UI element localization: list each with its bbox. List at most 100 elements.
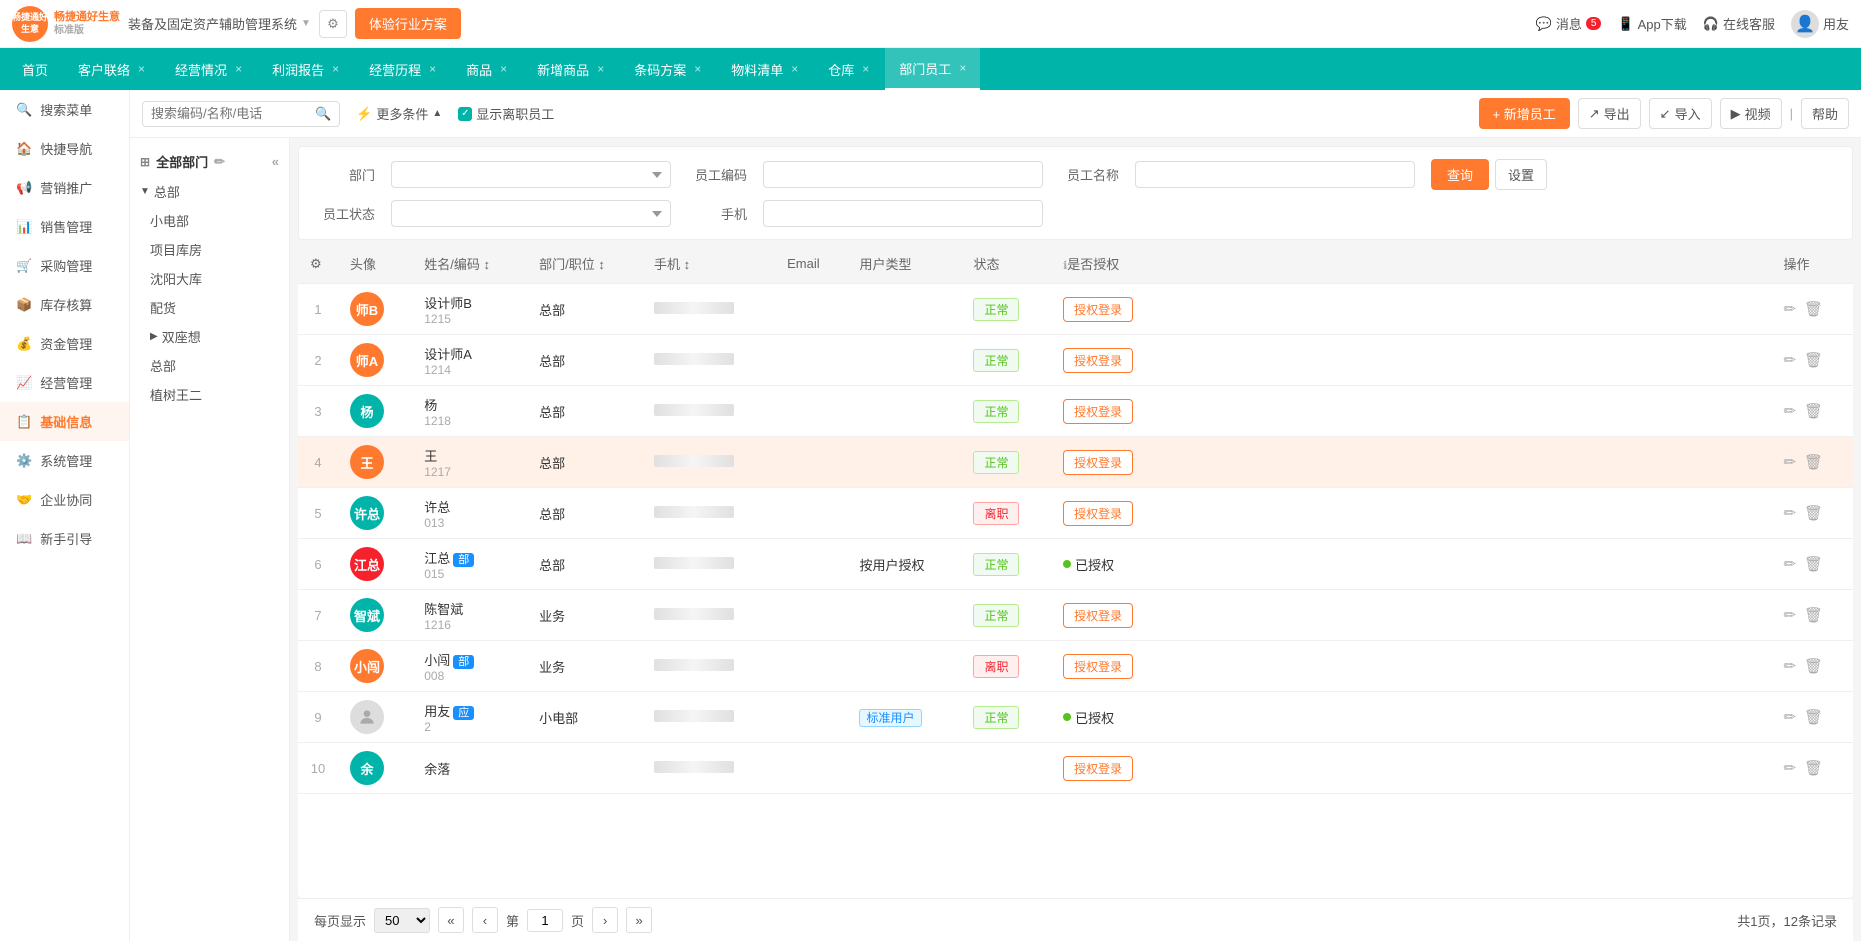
nav-tab-operation[interactable]: 经营情况× bbox=[161, 48, 256, 90]
delete-button[interactable]: 🗑 bbox=[1804, 606, 1823, 624]
close-icon[interactable]: × bbox=[791, 62, 798, 76]
phone-input[interactable] bbox=[763, 200, 1043, 227]
delete-button[interactable]: 🗑 bbox=[1804, 402, 1823, 420]
dept-item-plant-king[interactable]: 植树王二 bbox=[130, 380, 289, 409]
edit-dept-icon[interactable]: ✏ bbox=[214, 154, 225, 170]
col-dept-pos[interactable]: 部门/职位 ↕ bbox=[527, 244, 642, 284]
sidebar-item-business[interactable]: 📈 经营管理 bbox=[0, 363, 129, 402]
nav-tab-goods[interactable]: 商品× bbox=[452, 48, 521, 90]
help-btn[interactable]: 帮助 bbox=[1801, 98, 1849, 129]
sidebar-item-marketing[interactable]: 📢 营销推广 bbox=[0, 168, 129, 207]
auth-login-button[interactable]: 授权登录 bbox=[1063, 603, 1133, 628]
add-employee-button[interactable]: + 新增员工 bbox=[1479, 98, 1570, 129]
close-icon[interactable]: × bbox=[694, 62, 701, 76]
search-input[interactable] bbox=[151, 106, 311, 121]
app-download-item[interactable]: 📱 App下载 bbox=[1617, 14, 1686, 33]
show-resign-checkbox[interactable]: ✓ 显示离职员工 bbox=[458, 104, 554, 123]
close-icon[interactable]: × bbox=[597, 62, 604, 76]
close-icon[interactable]: × bbox=[862, 62, 869, 76]
sidebar-item-guide[interactable]: 📖 新手引导 bbox=[0, 519, 129, 558]
auth-login-button[interactable]: 授权登录 bbox=[1063, 450, 1133, 475]
system-title-area[interactable]: 装备及固定资产辅助管理系统 ▼ bbox=[128, 14, 311, 33]
dept-item-general[interactable]: ▼ 总部 bbox=[130, 177, 289, 206]
dept-item-project[interactable]: 项目库房 bbox=[130, 235, 289, 264]
search-input-wrap[interactable]: 🔍 bbox=[142, 101, 340, 127]
close-icon[interactable]: × bbox=[138, 62, 145, 76]
dept-item-shuangzuo[interactable]: ▶ 双座想 bbox=[130, 322, 289, 351]
nav-tab-barcode[interactable]: 条码方案× bbox=[620, 48, 715, 90]
edit-button[interactable]: ✏ bbox=[1783, 657, 1796, 675]
close-icon[interactable]: × bbox=[500, 62, 507, 76]
delete-button[interactable]: 🗑 bbox=[1804, 657, 1823, 675]
more-filter-button[interactable]: ⚡ 更多条件 ▲ bbox=[348, 100, 450, 127]
delete-button[interactable]: 🗑 bbox=[1804, 708, 1823, 726]
dept-item-zongbu[interactable]: 总部 bbox=[130, 351, 289, 380]
edit-button[interactable]: ✏ bbox=[1783, 402, 1796, 420]
help-button[interactable]: | bbox=[1790, 106, 1793, 121]
emp-name-input[interactable] bbox=[1135, 161, 1415, 188]
close-icon[interactable]: × bbox=[429, 62, 436, 76]
sidebar-item-basic[interactable]: 📋 基础信息 bbox=[0, 402, 129, 441]
prev-page-button[interactable]: ‹ bbox=[472, 907, 498, 933]
nav-tab-department[interactable]: 部门员工× bbox=[885, 48, 980, 90]
delete-button[interactable]: 🗑 bbox=[1804, 504, 1823, 522]
edit-button[interactable]: ✏ bbox=[1783, 759, 1796, 777]
online-service-item[interactable]: 🎧 在线客服 bbox=[1703, 14, 1775, 33]
sidebar-item-search[interactable]: 🔍 搜索菜单 bbox=[0, 90, 129, 129]
close-icon[interactable]: × bbox=[235, 62, 242, 76]
auth-login-button[interactable]: 授权登录 bbox=[1063, 399, 1133, 424]
nav-tab-bom[interactable]: 物料清单× bbox=[717, 48, 812, 90]
edit-button[interactable]: ✏ bbox=[1783, 351, 1796, 369]
dept-filter-select[interactable] bbox=[391, 161, 671, 188]
dept-item-small-elec[interactable]: 小电部 bbox=[130, 206, 289, 235]
sidebar-item-nav[interactable]: 🏠 快捷导航 bbox=[0, 129, 129, 168]
sidebar-item-collab[interactable]: 🤝 企业协同 bbox=[0, 480, 129, 519]
nav-tab-history[interactable]: 经营历程× bbox=[355, 48, 450, 90]
edit-button[interactable]: ✏ bbox=[1783, 606, 1796, 624]
edit-button[interactable]: ✏ bbox=[1783, 300, 1796, 318]
edit-button[interactable]: ✏ bbox=[1783, 555, 1796, 573]
set-button[interactable]: 设置 bbox=[1495, 159, 1547, 190]
nav-tab-warehouse[interactable]: 仓库× bbox=[814, 48, 883, 90]
nav-tab-profit[interactable]: 利润报告× bbox=[258, 48, 353, 90]
message-item[interactable]: 💬 消息 5 bbox=[1536, 14, 1602, 33]
sidebar-item-sales[interactable]: 📊 销售管理 bbox=[0, 207, 129, 246]
auth-login-button[interactable]: 授权登录 bbox=[1063, 654, 1133, 679]
last-page-button[interactable]: » bbox=[626, 907, 652, 933]
page-number-input[interactable] bbox=[527, 909, 563, 932]
next-page-button[interactable]: › bbox=[592, 907, 618, 933]
export-button[interactable]: ↗ 导出 bbox=[1578, 98, 1641, 129]
delete-button[interactable]: 🗑 bbox=[1804, 300, 1823, 318]
delete-button[interactable]: 🗑 bbox=[1804, 453, 1823, 471]
view-button[interactable]: ▶ 视频 bbox=[1720, 98, 1782, 129]
delete-button[interactable]: 🗑 bbox=[1804, 351, 1823, 369]
col-phone[interactable]: 手机 ↕ bbox=[642, 244, 775, 284]
col-name-code[interactable]: 姓名/编码 ↕ bbox=[412, 244, 527, 284]
import-button[interactable]: ↙ 导入 bbox=[1649, 98, 1712, 129]
nav-tab-home[interactable]: 首页 bbox=[8, 48, 62, 90]
close-icon[interactable]: × bbox=[959, 61, 966, 75]
delete-button[interactable]: 🗑 bbox=[1804, 759, 1823, 777]
first-page-button[interactable]: « bbox=[438, 907, 464, 933]
col-settings[interactable]: ⚙ bbox=[298, 244, 338, 284]
dept-item-peihu[interactable]: 配货 bbox=[130, 293, 289, 322]
edit-button[interactable]: ✏ bbox=[1783, 453, 1796, 471]
sidebar-item-system[interactable]: ⚙️ 系统管理 bbox=[0, 441, 129, 480]
auth-login-button[interactable]: 授权登录 bbox=[1063, 501, 1133, 526]
auth-login-button[interactable]: 授权登录 bbox=[1063, 756, 1133, 781]
edit-button[interactable]: ✏ bbox=[1783, 708, 1796, 726]
delete-button[interactable]: 🗑 bbox=[1804, 555, 1823, 573]
close-icon[interactable]: × bbox=[332, 62, 339, 76]
query-button[interactable]: 查询 bbox=[1431, 159, 1489, 190]
try-industry-button[interactable]: 体验行业方案 bbox=[355, 8, 461, 39]
nav-tab-customer[interactable]: 客户联络× bbox=[64, 48, 159, 90]
edit-button[interactable]: ✏ bbox=[1783, 504, 1796, 522]
collapse-icon[interactable]: « bbox=[272, 154, 279, 169]
status-filter-select[interactable] bbox=[391, 200, 671, 227]
sidebar-item-finance[interactable]: 💰 资金管理 bbox=[0, 324, 129, 363]
gear-button[interactable]: ⚙ bbox=[319, 10, 347, 38]
user-item[interactable]: 👤 用友 bbox=[1791, 10, 1849, 38]
dept-item-shenyang[interactable]: 沈阳大库 bbox=[130, 264, 289, 293]
sidebar-item-inventory[interactable]: 📦 库存核算 bbox=[0, 285, 129, 324]
auth-login-button[interactable]: 授权登录 bbox=[1063, 348, 1133, 373]
